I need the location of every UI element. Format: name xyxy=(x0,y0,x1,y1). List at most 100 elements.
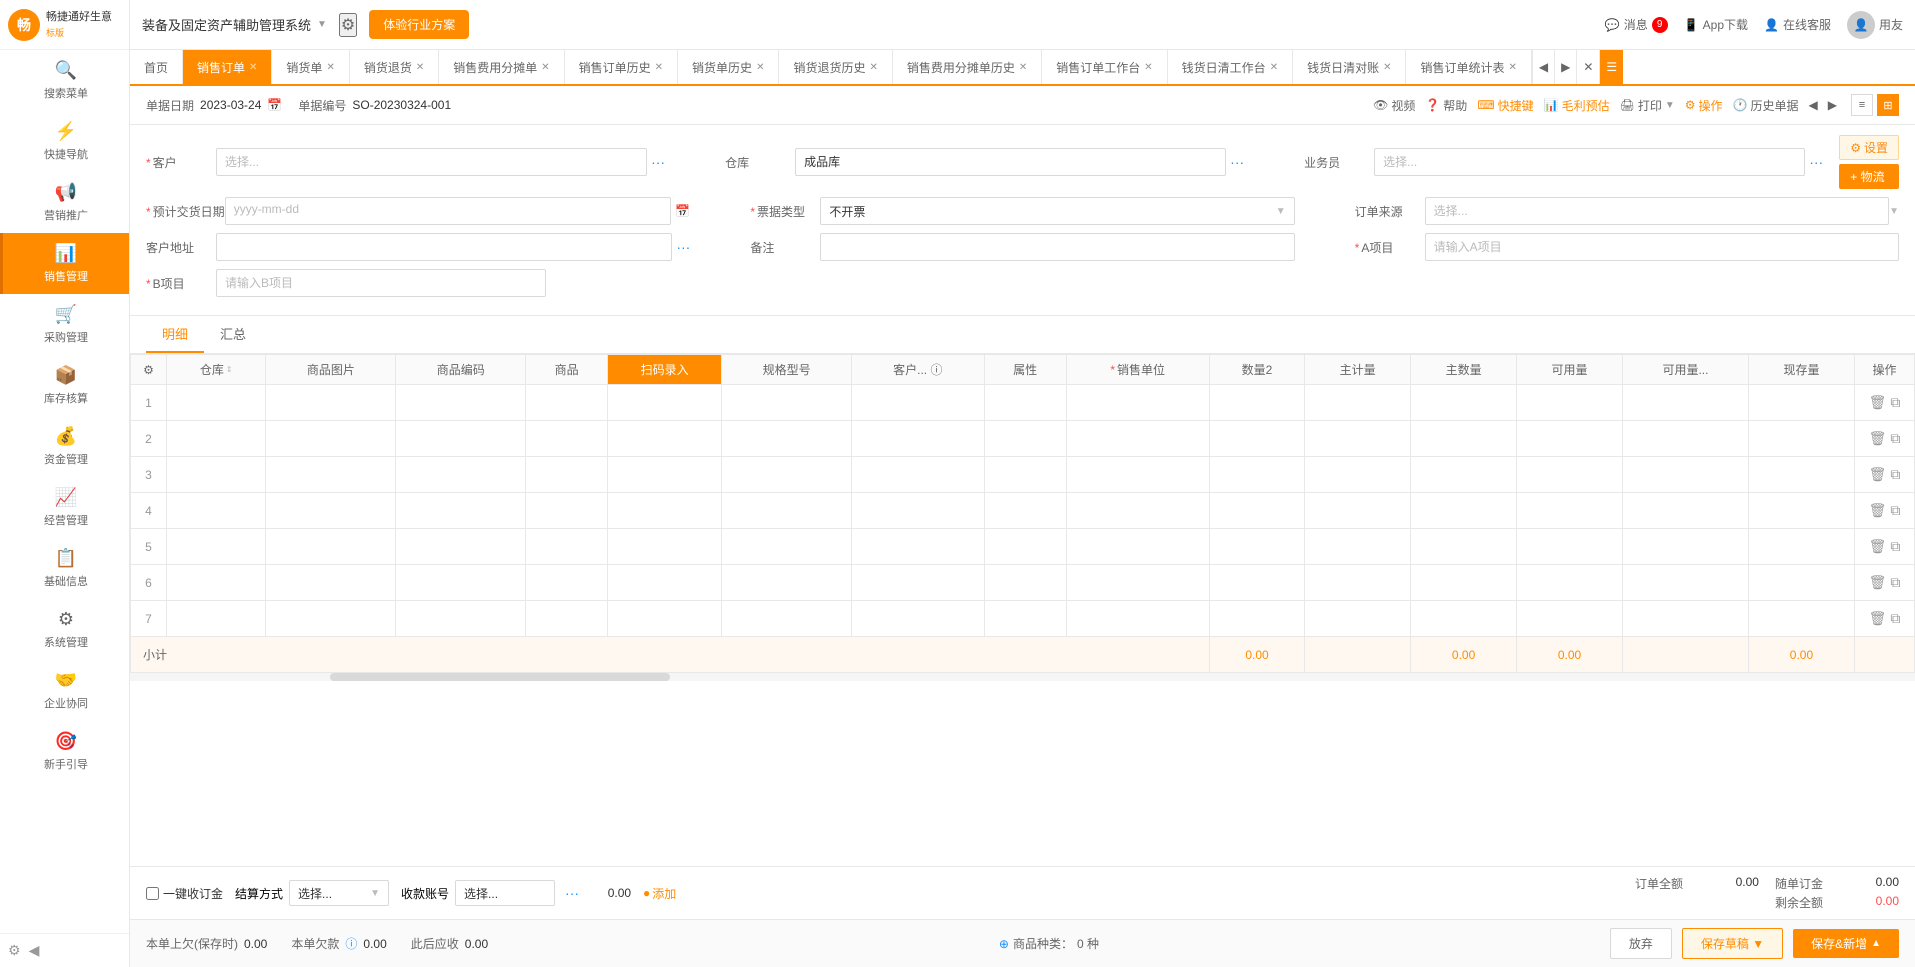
cell-available[interactable] xyxy=(1517,421,1623,457)
nav-prev-icon[interactable]: ◀ xyxy=(1809,98,1818,112)
list-view-btn[interactable]: ≡ xyxy=(1851,94,1873,116)
operation-btn[interactable]: ⚙ 操作 xyxy=(1685,97,1723,114)
sidebar-item-inventory[interactable]: 📦 库存核算 xyxy=(0,355,129,416)
copy-row-icon[interactable]: ⧉ xyxy=(1890,502,1900,519)
cell-qty2[interactable] xyxy=(1209,421,1304,457)
cell-code[interactable] xyxy=(396,421,526,457)
tab-close-icon[interactable]: ✕ xyxy=(326,62,334,73)
cell-product[interactable] xyxy=(526,385,608,421)
cell-image[interactable] xyxy=(266,421,396,457)
tab-close-icon[interactable]: ✕ xyxy=(1509,62,1517,73)
profit-btn[interactable]: 📊 毛利预估 xyxy=(1544,97,1610,114)
account-select[interactable]: 选择... xyxy=(455,880,555,906)
sidebar-item-marketing[interactable]: 📢 营销推广 xyxy=(0,172,129,233)
tab-sales-return[interactable]: 销货退货 ✕ xyxy=(350,50,439,85)
one-click-checkbox[interactable] xyxy=(146,887,159,900)
cell-unit[interactable] xyxy=(1066,421,1209,457)
tab-close-icon[interactable]: ✕ xyxy=(1383,62,1391,73)
cell-main-qty[interactable] xyxy=(1411,421,1517,457)
addr-dots-icon[interactable]: ··· xyxy=(676,239,690,255)
detail-tab-detail[interactable]: 明细 xyxy=(146,316,204,353)
copy-row-icon[interactable]: ⧉ xyxy=(1890,430,1900,447)
tab-daily-clear[interactable]: 钱货日清工作台 ✕ xyxy=(1168,50,1293,85)
industry-button[interactable]: 体验行业方案 xyxy=(369,10,469,39)
sidebar-item-sales[interactable]: 📊 销售管理 xyxy=(0,233,129,294)
tab-more-icon[interactable]: ☰ xyxy=(1599,50,1623,85)
tab-nav-prev[interactable]: ◀ xyxy=(1532,50,1554,85)
cell-available2[interactable] xyxy=(1623,421,1749,457)
delete-row-icon[interactable]: 🗑 xyxy=(1869,502,1887,519)
a-project-input[interactable]: 请输入A项目 xyxy=(1425,233,1899,261)
remark-input[interactable] xyxy=(820,233,1294,261)
tab-invoice-history[interactable]: 销货单历史 ✕ xyxy=(678,50,779,85)
delete-row-icon[interactable]: 🗑 xyxy=(1869,394,1887,411)
cell-spec[interactable] xyxy=(722,385,852,421)
save-draft-button[interactable]: 保存草稿 ▼ xyxy=(1682,928,1783,959)
order-source-input[interactable]: 选择... xyxy=(1425,197,1889,225)
customer-addr-input[interactable] xyxy=(216,233,672,261)
cell-product[interactable] xyxy=(526,421,608,457)
cell-available2[interactable] xyxy=(1623,385,1749,421)
cell-warehouse[interactable] xyxy=(167,457,266,493)
sidebar-collapse-icon[interactable]: ◀ xyxy=(29,942,40,959)
salesperson-input[interactable]: 选择... xyxy=(1374,148,1805,176)
copy-row-icon[interactable]: ⧉ xyxy=(1890,466,1900,483)
delete-row-icon[interactable]: 🗑 xyxy=(1869,610,1887,627)
sidebar-item-operation[interactable]: 📈 经营管理 xyxy=(0,477,129,538)
b-project-input[interactable]: 请输入B项目 xyxy=(216,269,546,297)
message-button[interactable]: 💬 消息 9 xyxy=(1605,16,1668,33)
sidebar-item-purchase[interactable]: 🛒 采购管理 xyxy=(0,294,129,355)
cell-current-stock[interactable] xyxy=(1748,385,1854,421)
tab-sales-order[interactable]: 销售订单 ✕ xyxy=(183,50,272,85)
cell-customer-code[interactable] xyxy=(852,385,985,421)
online-service-button[interactable]: 👤 在线客服 xyxy=(1764,16,1831,33)
cell-main-unit[interactable] xyxy=(1305,385,1411,421)
sidebar-item-basic[interactable]: 📋 基础信息 xyxy=(0,538,129,599)
discard-button[interactable]: 放弃 xyxy=(1610,928,1672,959)
tab-close-icon[interactable]: ✕ xyxy=(1019,62,1027,73)
sidebar-item-search[interactable]: 🔍 搜索菜单 xyxy=(0,50,129,111)
cell-current-stock[interactable] xyxy=(1748,421,1854,457)
payment-method-select[interactable]: 选择... ▼ xyxy=(289,880,389,906)
calendar-icon[interactable]: 📅 xyxy=(267,98,282,112)
cell-scan[interactable] xyxy=(608,421,722,457)
history-btn[interactable]: 🕐 历史单据 xyxy=(1733,97,1799,114)
cell-attribute[interactable] xyxy=(984,385,1066,421)
sidebar-item-quicknav[interactable]: ⚡ 快捷导航 xyxy=(0,111,129,172)
settings-form-btn[interactable]: ⚙ 设置 xyxy=(1839,135,1899,160)
sidebar-item-system[interactable]: ⚙ 系统管理 xyxy=(0,599,129,660)
copy-row-icon[interactable]: ⧉ xyxy=(1890,394,1900,411)
delete-row-icon[interactable]: 🗑 xyxy=(1869,466,1887,483)
copy-row-icon[interactable]: ⧉ xyxy=(1890,574,1900,591)
warehouse-dots-icon[interactable]: ··· xyxy=(1230,154,1244,170)
tab-home[interactable]: 首页 xyxy=(130,50,183,85)
print-btn[interactable]: 🖨 打印 ▼ xyxy=(1620,97,1675,114)
tab-close-icon[interactable]: ✕ xyxy=(1144,62,1152,73)
sidebar-item-finance[interactable]: 💰 资金管理 xyxy=(0,416,129,477)
tab-nav-next[interactable]: ▶ xyxy=(1554,50,1576,85)
delete-row-icon[interactable]: 🗑 xyxy=(1869,574,1887,591)
user-area[interactable]: 👤 用友 xyxy=(1847,11,1903,39)
copy-row-icon[interactable]: ⧉ xyxy=(1890,610,1900,627)
th-settings[interactable]: ⚙ xyxy=(131,355,167,385)
sidebar-settings-icon[interactable]: ⚙ xyxy=(8,942,21,959)
system-title-chevron-icon[interactable]: ▼ xyxy=(317,19,327,30)
add-logistics-btn[interactable]: + 物流 xyxy=(1839,164,1899,189)
cell-main-qty[interactable] xyxy=(1411,385,1517,421)
tab-reconcile[interactable]: 钱货日清对账 ✕ xyxy=(1293,50,1406,85)
tab-close-all[interactable]: ✕ xyxy=(1576,50,1599,85)
tab-close-icon[interactable]: ✕ xyxy=(541,62,549,73)
view-btn[interactable]: 👁 视频 xyxy=(1373,97,1415,114)
grid-view-btn[interactable]: ⊞ xyxy=(1877,94,1899,116)
tab-close-icon[interactable]: ✕ xyxy=(249,62,257,73)
cell-unit[interactable] xyxy=(1066,385,1209,421)
cell-available[interactable] xyxy=(1517,385,1623,421)
tab-close-icon[interactable]: ✕ xyxy=(869,62,877,73)
cell-qty2[interactable] xyxy=(1209,385,1304,421)
customer-dots-icon[interactable]: ··· xyxy=(651,154,665,170)
cell-spec[interactable] xyxy=(722,421,852,457)
detail-tab-summary[interactable]: 汇总 xyxy=(204,316,262,353)
account-dots-icon[interactable]: ··· xyxy=(565,885,579,901)
delete-row-icon[interactable]: 🗑 xyxy=(1869,430,1887,447)
cell-customer-code[interactable] xyxy=(852,421,985,457)
